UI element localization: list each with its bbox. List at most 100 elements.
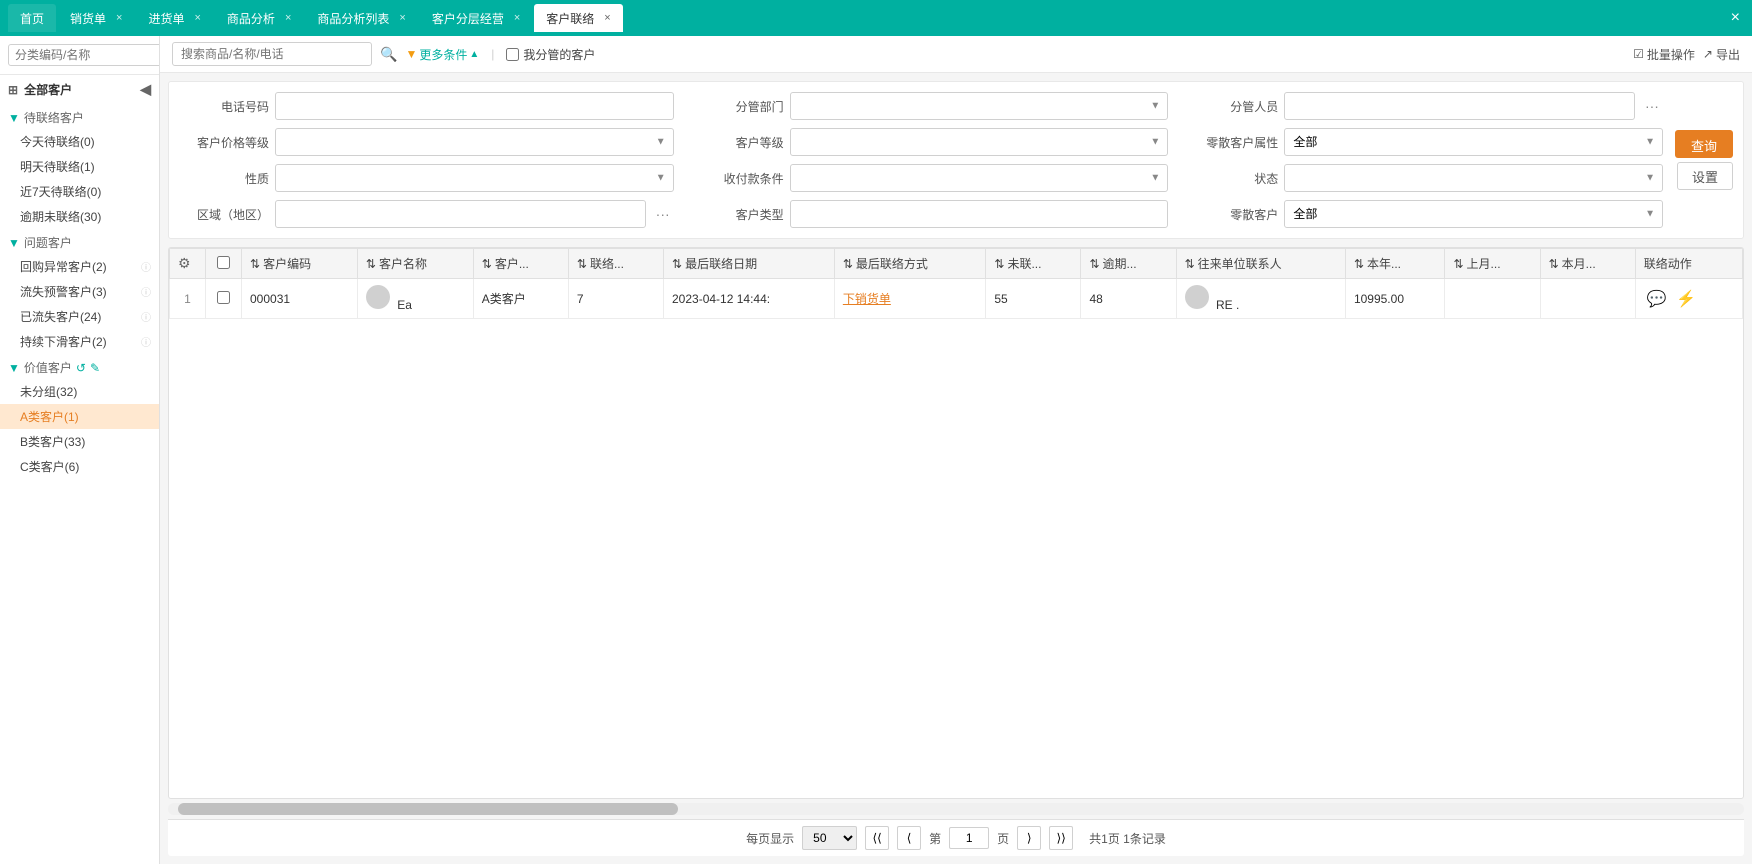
nav-tab-goods-analysis[interactable]: 商品分析 ×	[215, 4, 303, 32]
th-code-sort[interactable]: ⇅	[250, 257, 260, 271]
horizontal-scrollbar[interactable]	[168, 803, 1744, 815]
th-name-sort[interactable]: ⇅	[366, 257, 376, 271]
settings-button[interactable]: 设置	[1677, 162, 1733, 190]
per-page-select[interactable]: 50 20 100	[802, 826, 857, 850]
filter-status-select[interactable]	[1284, 164, 1663, 192]
current-page-input[interactable]	[949, 827, 989, 849]
customer-table: ⚙ ⇅客户编码 ⇅客户名称 ⇅	[169, 248, 1743, 319]
th-this-year-sort[interactable]: ⇅	[1354, 257, 1364, 271]
section-arrow-problem: ▼	[8, 236, 20, 250]
filter-region-dots[interactable]: ···	[652, 206, 674, 222]
cell-last-month	[1445, 279, 1540, 319]
sidebar-item-week-contact[interactable]: 近7天待联络(0)	[0, 179, 159, 204]
table-scroll-area[interactable]: ⚙ ⇅客户编码 ⇅客户名称 ⇅	[169, 248, 1743, 798]
repurchase-abnormal-label: 回购异常客户(2)	[20, 258, 107, 275]
filter-customer-tier-select[interactable]	[790, 128, 1169, 156]
th-last-month-sort[interactable]: ⇅	[1453, 257, 1463, 271]
nav-tab-customer-tier[interactable]: 客户分层经营 ×	[420, 4, 532, 32]
sidebar-item-ungroup[interactable]: 未分组(32)	[0, 379, 159, 404]
sidebar-item-churn-warning[interactable]: 流失预警客户(3) ⓘ	[0, 279, 159, 304]
last-method-link[interactable]: 下销货单	[843, 292, 891, 306]
filter-retail-attr-select[interactable]: 全部	[1284, 128, 1663, 156]
sidebar-all-customers[interactable]: ⊞ 全部客户 ◀	[0, 75, 159, 104]
next-page-btn[interactable]: ⟩	[1017, 826, 1041, 850]
query-button[interactable]: 查询	[1675, 130, 1733, 158]
filter-payment-select[interactable]	[790, 164, 1169, 192]
batch-action-btn[interactable]: ☑ 批量操作	[1633, 46, 1695, 63]
nav-tab-goods-analysis-list[interactable]: 商品分析列表 ×	[305, 4, 417, 32]
close-customer-tier-tab[interactable]: ×	[514, 12, 520, 24]
close-sales-tab[interactable]: ×	[116, 12, 122, 24]
main-layout: 🔍 ⊞ 全部客户 ◀ ▼ 待联络客户 今天待联络(0) 明天待联络(1) 近7天…	[0, 36, 1752, 864]
nav-tab-sales[interactable]: 销货单 ×	[58, 4, 134, 32]
scrollbar-thumb[interactable]	[178, 803, 678, 815]
table-gear-icon[interactable]: ⚙	[178, 255, 191, 271]
refresh-value-icon[interactable]: ↺	[76, 361, 86, 375]
a-class-label: A类客户(1)	[20, 408, 79, 425]
th-contacts-sort[interactable]: ⇅	[577, 257, 587, 271]
filter-region-input[interactable]	[275, 200, 646, 228]
nav-tab-customer-contact[interactable]: 客户联络 ×	[534, 4, 622, 32]
row-chat-icon[interactable]: 💬	[1644, 291, 1670, 308]
filter-region: 区域（地区） ···	[179, 200, 674, 228]
row-checkbox[interactable]	[217, 291, 230, 304]
nav-tab-label-customer-contact: 客户联络	[546, 10, 594, 27]
window-close-btn[interactable]: ×	[1727, 5, 1744, 31]
th-overdue-sort[interactable]: ⇅	[1089, 257, 1099, 271]
th-no-contact-label: 未联...	[1007, 255, 1041, 272]
filter-bar-right: ☑ 批量操作 ↗ 导出	[1633, 46, 1740, 63]
filter-phone-input[interactable]	[275, 92, 674, 120]
sidebar-item-tomorrow-contact[interactable]: 明天待联络(1)	[0, 154, 159, 179]
nav-tab-purchase[interactable]: 进货单 ×	[136, 4, 212, 32]
sidebar-item-repurchase-abnormal[interactable]: 回购异常客户(2) ⓘ	[0, 254, 159, 279]
sidebar-item-a-class[interactable]: A类客户(1)	[0, 404, 159, 429]
cell-this-year: 10995.00	[1345, 279, 1445, 319]
th-this-month-sort[interactable]: ⇅	[1549, 257, 1559, 271]
th-last-date-sort[interactable]: ⇅	[672, 257, 682, 271]
first-page-btn[interactable]: ⟨⟨	[865, 826, 889, 850]
filter-retail-select[interactable]: 全部	[1284, 200, 1663, 228]
close-goods-analysis-list-tab[interactable]: ×	[399, 12, 405, 24]
sidebar-item-declining[interactable]: 持续下滑客户(2) ⓘ	[0, 329, 159, 354]
th-category-sort[interactable]: ⇅	[482, 257, 492, 271]
sidebar-item-today-contact[interactable]: 今天待联络(0)	[0, 129, 159, 154]
filter-search-icon[interactable]: 🔍	[380, 46, 397, 63]
th-unit-contact-sort[interactable]: ⇅	[1185, 257, 1195, 271]
filter-dept-label: 分管部门	[694, 98, 784, 115]
filter-price-tier-select[interactable]	[275, 128, 674, 156]
filter-manager-dots[interactable]: ···	[1641, 98, 1663, 114]
export-btn[interactable]: ↗ 导出	[1703, 46, 1740, 63]
sidebar-item-churned[interactable]: 已流失客户(24) ⓘ	[0, 304, 159, 329]
my-customers-checkbox-label[interactable]: 我分管的客户	[506, 46, 595, 63]
my-customers-checkbox[interactable]	[506, 48, 519, 61]
sidebar-item-overdue-contact[interactable]: 逾期未联络(30)	[0, 204, 159, 229]
more-filters-btn[interactable]: ▼ 更多条件 ▲	[405, 46, 479, 63]
sidebar-item-c-class[interactable]: C类客户(6)	[0, 454, 159, 479]
prev-page-btn[interactable]: ⟨	[897, 826, 921, 850]
collapse-sidebar-btn[interactable]: ◀	[140, 81, 151, 98]
filter-dept-select[interactable]	[790, 92, 1169, 120]
sidebar-search-input[interactable]	[8, 44, 160, 66]
edit-value-icon[interactable]: ✎	[90, 361, 100, 375]
sidebar-item-b-class[interactable]: B类客户(33)	[0, 429, 159, 454]
total-records-label: 共1页 1条记录	[1089, 830, 1166, 847]
nav-tab-home[interactable]: 首页	[8, 4, 56, 32]
filter-customer-type-input[interactable]	[790, 200, 1169, 228]
filter-manager-input[interactable]	[1284, 92, 1635, 120]
filter-search-input[interactable]	[172, 42, 372, 66]
row-link-icon[interactable]: ⚡	[1673, 291, 1699, 308]
last-page-btn[interactable]: ⟩⟩	[1049, 826, 1073, 850]
close-purchase-tab[interactable]: ×	[194, 12, 200, 24]
repurchase-info-icon: ⓘ	[141, 259, 151, 274]
th-no-contact-sort[interactable]: ⇅	[994, 257, 1004, 271]
close-customer-contact-tab[interactable]: ×	[604, 12, 610, 24]
table-select-all-checkbox[interactable]	[217, 256, 230, 269]
th-last-month-label: 上月...	[1467, 255, 1501, 272]
th-last-method-sort[interactable]: ⇅	[843, 257, 853, 271]
per-page-label: 每页显示	[746, 830, 794, 847]
sidebar: 🔍 ⊞ 全部客户 ◀ ▼ 待联络客户 今天待联络(0) 明天待联络(1) 近7天…	[0, 36, 160, 864]
table-row: 1 000031 Ea A类客户 7 2023-04-12 14:4	[170, 279, 1743, 319]
filter-nature-select[interactable]	[275, 164, 674, 192]
close-goods-analysis-tab[interactable]: ×	[285, 12, 291, 24]
cell-name: Ea	[357, 279, 473, 319]
